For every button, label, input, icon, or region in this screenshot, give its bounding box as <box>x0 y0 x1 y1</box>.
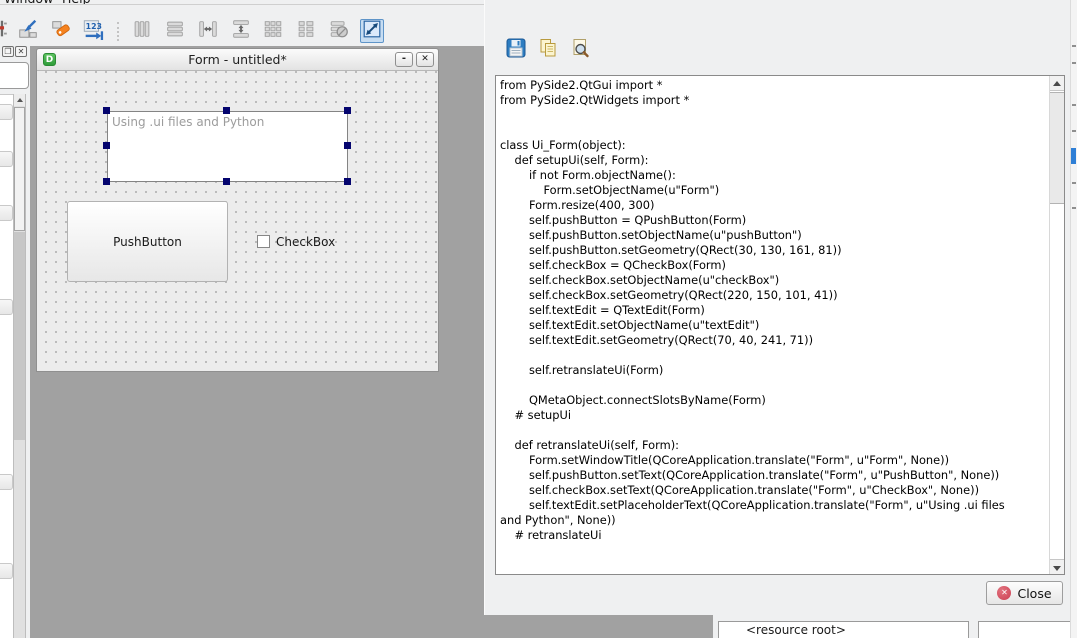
edit-widgets-icon <box>1 19 10 43</box>
edge-tick <box>1072 62 1076 64</box>
widget-box-item[interactable] <box>0 151 13 167</box>
selection-handle[interactable] <box>223 178 230 185</box>
code-scrollbar-thumb[interactable] <box>1050 92 1064 204</box>
layout-horizontally-icon <box>131 18 153 44</box>
edit-buddies-button[interactable] <box>49 19 73 43</box>
layout-form-button[interactable] <box>294 19 318 43</box>
pushbutton-widget[interactable]: PushButton <box>67 201 228 282</box>
checkbox-label: CheckBox <box>276 235 335 249</box>
form-canvas[interactable]: Using .ui files and Python PushButton Ch… <box>37 71 438 371</box>
layout-horizontally-button[interactable] <box>130 19 154 43</box>
checkbox-box[interactable] <box>257 235 270 248</box>
menu-window[interactable]: Window <box>4 0 53 5</box>
adjust-size-button[interactable] <box>360 19 384 43</box>
main-toolbar: 123 <box>0 6 485 46</box>
layout-grid-icon <box>262 18 284 44</box>
selection-handle[interactable] <box>344 178 351 185</box>
copy-icon <box>537 37 559 63</box>
toolbar-separator <box>117 22 119 41</box>
split-vertically-button[interactable] <box>229 19 253 43</box>
edge-selection-mark <box>1071 148 1076 164</box>
split-vertically-icon <box>230 18 252 44</box>
right-edge-strip <box>1070 0 1077 638</box>
edit-widgets-button[interactable] <box>0 19 11 43</box>
edge-tick <box>1072 182 1076 184</box>
adjust-size-icon <box>361 18 383 44</box>
widget-box-item[interactable] <box>0 205 13 221</box>
find-icon <box>569 37 591 63</box>
tab-order-123-label: 123 <box>86 22 102 31</box>
scroll-down-arrow-icon[interactable] <box>1050 559 1064 574</box>
edit-signals-slots-button[interactable] <box>16 19 40 43</box>
edit-tab-order-icon: 123 <box>82 18 104 44</box>
widget-box-item[interactable] <box>0 474 13 490</box>
resource-root-item[interactable]: <resource root> <box>746 623 846 637</box>
edge-tick <box>1072 104 1076 106</box>
edit-tab-order-button[interactable]: 123 <box>81 19 105 43</box>
generated-python-code[interactable]: from PySide2.QtGui import * from PySide2… <box>496 76 1064 545</box>
selection-handle[interactable] <box>103 178 110 185</box>
form-minimize-button[interactable]: - <box>395 52 413 67</box>
widget-box-item[interactable] <box>0 299 13 315</box>
break-layout-button[interactable] <box>327 19 351 43</box>
layout-grid-button[interactable] <box>261 19 285 43</box>
form-window-title: Form - untitled* <box>37 52 438 67</box>
selection-handle[interactable] <box>223 107 230 114</box>
layout-form-icon <box>295 18 317 44</box>
save-icon <box>505 37 527 63</box>
widget-box-item[interactable] <box>0 104 13 120</box>
widget-box-float-button[interactable]: ❐ <box>2 46 14 57</box>
edge-tick <box>1072 207 1076 209</box>
break-layout-icon <box>328 18 350 44</box>
close-button[interactable]: ✕ Close <box>986 581 1063 605</box>
widget-box-filter-input[interactable] <box>0 62 29 89</box>
widget-box-list[interactable] <box>0 94 13 638</box>
layout-vertically-button[interactable] <box>163 19 187 43</box>
menubar: Window Help <box>0 0 485 5</box>
textedit-placeholder: Using .ui files and Python <box>112 115 264 129</box>
form-window-titlebar[interactable]: D Form - untitled* - ✕ <box>37 49 438 71</box>
checkbox-widget[interactable]: CheckBox <box>257 221 358 262</box>
selection-handle[interactable] <box>103 142 110 149</box>
close-button-label: Close <box>1017 586 1051 601</box>
edit-buddies-icon <box>50 18 72 44</box>
selection-handle[interactable] <box>103 107 110 114</box>
form-close-button[interactable]: ✕ <box>416 52 434 67</box>
edit-signals-slots-icon <box>17 18 39 44</box>
scroll-up-arrow-icon[interactable] <box>14 94 25 106</box>
code-scrollbar[interactable] <box>1049 76 1064 574</box>
code-view[interactable]: from PySide2.QtGui import * from PySide2… <box>495 75 1065 575</box>
split-horizontally-button[interactable] <box>196 19 220 43</box>
resource-file-list[interactable] <box>978 621 1077 638</box>
qt-designer-window: Window Help 123 <box>0 0 1077 638</box>
save-button[interactable] <box>504 38 528 62</box>
selection-handle[interactable] <box>344 142 351 149</box>
edge-tick <box>1072 45 1076 47</box>
split-horizontally-icon <box>197 18 219 44</box>
menu-help[interactable]: Help <box>62 0 91 5</box>
resource-browser-panel: <resource root> <box>713 615 1077 638</box>
copy-button[interactable] <box>536 38 560 62</box>
widget-box-scrollbar-thumb[interactable] <box>14 107 25 231</box>
widget-box-item[interactable] <box>0 563 13 579</box>
edge-tick <box>1072 130 1076 132</box>
code-preview-dialog: from PySide2.QtGui import * from PySide2… <box>484 0 1070 615</box>
find-button[interactable] <box>568 38 592 62</box>
resource-tree[interactable]: <resource root> <box>718 621 969 638</box>
scroll-up-arrow-icon[interactable] <box>1050 76 1064 91</box>
dialog-close-icon: ✕ <box>997 586 1011 600</box>
layout-vertically-icon <box>164 18 186 44</box>
widget-box-scrollbar[interactable] <box>13 94 26 638</box>
widget-box-close-button[interactable]: ✕ <box>15 46 27 57</box>
textedit-widget[interactable]: Using .ui files and Python <box>107 111 348 182</box>
form-editor-window: D Form - untitled* - ✕ Using .ui files a… <box>36 48 439 372</box>
selection-handle[interactable] <box>344 107 351 114</box>
widget-box-scrollbar-track[interactable] <box>14 232 25 440</box>
designer-form-icon: D <box>43 53 56 66</box>
